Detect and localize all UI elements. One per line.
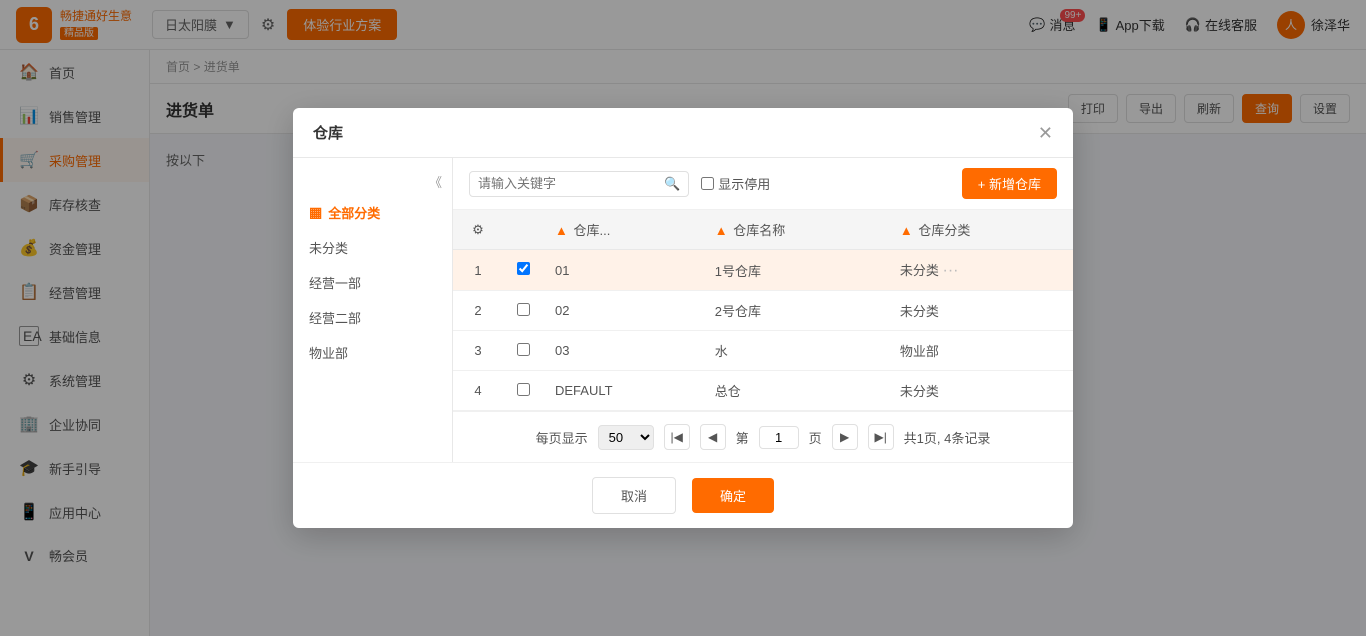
row-code: 03 [543,331,703,371]
row-category: 未分类 [888,371,1073,411]
modal-header: 仓库 ✕ [293,108,1073,158]
total-info: 共1页, 4条记录 [904,428,991,447]
col-name: ▲ 仓库名称 [703,210,888,250]
table-row[interactable]: 2 02 2号仓库 未分类 [453,291,1073,331]
page-suffix: 页 [809,428,822,447]
modal-close-button[interactable]: ✕ [1038,124,1053,142]
row-name: 2号仓库 [703,291,888,331]
modal-pagination: 每页显示 50 100 200 |◀ ◀ 第 页 ▶ ▶| 共1页, 4条记录 [453,411,1073,462]
last-page-btn[interactable]: ▶| [868,424,894,450]
search-input[interactable] [478,176,658,191]
row-category: 未分类 ··· [888,250,1073,291]
modal-overlay: 仓库 ✕ 《 ▦ 全部分类 未分类 经营一部 [0,0,1366,636]
row-code: 02 [543,291,703,331]
show-disabled-label[interactable]: 显示停用 [701,174,770,193]
page-size-select[interactable]: 50 100 200 [598,425,654,450]
row-name: 水 [703,331,888,371]
row-index: 4 [453,371,503,411]
row-index: 2 [453,291,503,331]
sort-icon-category: ▲ [900,223,913,238]
row-category: 未分类 [888,291,1073,331]
warehouse-table: ⚙ ▲ 仓库... ▲ 仓库名称 [453,210,1073,411]
add-warehouse-button[interactable]: + 新增仓库 [962,168,1057,199]
category-unclassified[interactable]: 未分类 [293,230,452,265]
modal-title: 仓库 [313,122,343,143]
table-row[interactable]: 1 01 1号仓库 未分类 ··· [453,250,1073,291]
row-code: 01 [543,250,703,291]
row-category: 物业部 [888,331,1073,371]
table-row[interactable]: 4 DEFAULT 总仓 未分类 [453,371,1073,411]
cancel-button[interactable]: 取消 [592,477,676,514]
sidebar-toggle[interactable]: 《 [293,168,452,195]
prev-page-btn[interactable]: ◀ [700,424,726,450]
sort-icon-code: ▲ [555,223,568,238]
modal-sidebar: 《 ▦ 全部分类 未分类 经营一部 经营二部 物业部 [293,158,453,462]
col-code: ▲ 仓库... [543,210,703,250]
next-page-btn[interactable]: ▶ [832,424,858,450]
col-category: ▲ 仓库分类 [888,210,1073,250]
modal-body: 《 ▦ 全部分类 未分类 经营一部 经营二部 物业部 [293,158,1073,462]
row-index: 1 [453,250,503,291]
modal-toolbar: 🔍 显示停用 + 新增仓库 [453,158,1073,210]
modal-main: 🔍 显示停用 + 新增仓库 ⚙ [453,158,1073,462]
show-disabled-checkbox[interactable] [701,177,714,190]
collapse-icon: 《 [429,172,442,191]
table-row[interactable]: 3 03 水 物业部 [453,331,1073,371]
search-wrap: 🔍 显示停用 [469,171,770,197]
row-name: 总仓 [703,371,888,411]
col-gear: ⚙ [453,210,503,250]
modal-actions: 取消 确定 [293,462,1073,528]
row-name: 1号仓库 [703,250,888,291]
row-checkbox[interactable] [503,331,543,371]
search-box: 🔍 [469,171,689,197]
row-code: DEFAULT [543,371,703,411]
row-index: 3 [453,331,503,371]
warehouse-modal: 仓库 ✕ 《 ▦ 全部分类 未分类 经营一部 [293,108,1073,528]
sort-icon-name: ▲ [715,223,728,238]
category-property[interactable]: 物业部 [293,335,452,370]
page-input[interactable] [759,426,799,449]
search-icon: 🔍 [664,176,680,192]
category-ops2[interactable]: 经营二部 [293,300,452,335]
grid-icon: ▦ [309,204,322,221]
category-ops1[interactable]: 经营一部 [293,265,452,300]
row-checkbox[interactable] [503,250,543,291]
page-label: 第 [736,428,749,447]
category-all[interactable]: ▦ 全部分类 [293,195,452,230]
page-size-label: 每页显示 [536,428,588,447]
first-page-btn[interactable]: |◀ [664,424,690,450]
col-check [503,210,543,250]
confirm-button[interactable]: 确定 [692,478,774,513]
more-options-icon[interactable]: ··· [942,262,958,279]
row-checkbox[interactable] [503,291,543,331]
row-checkbox[interactable] [503,371,543,411]
table-header-row: ⚙ ▲ 仓库... ▲ 仓库名称 [453,210,1073,250]
